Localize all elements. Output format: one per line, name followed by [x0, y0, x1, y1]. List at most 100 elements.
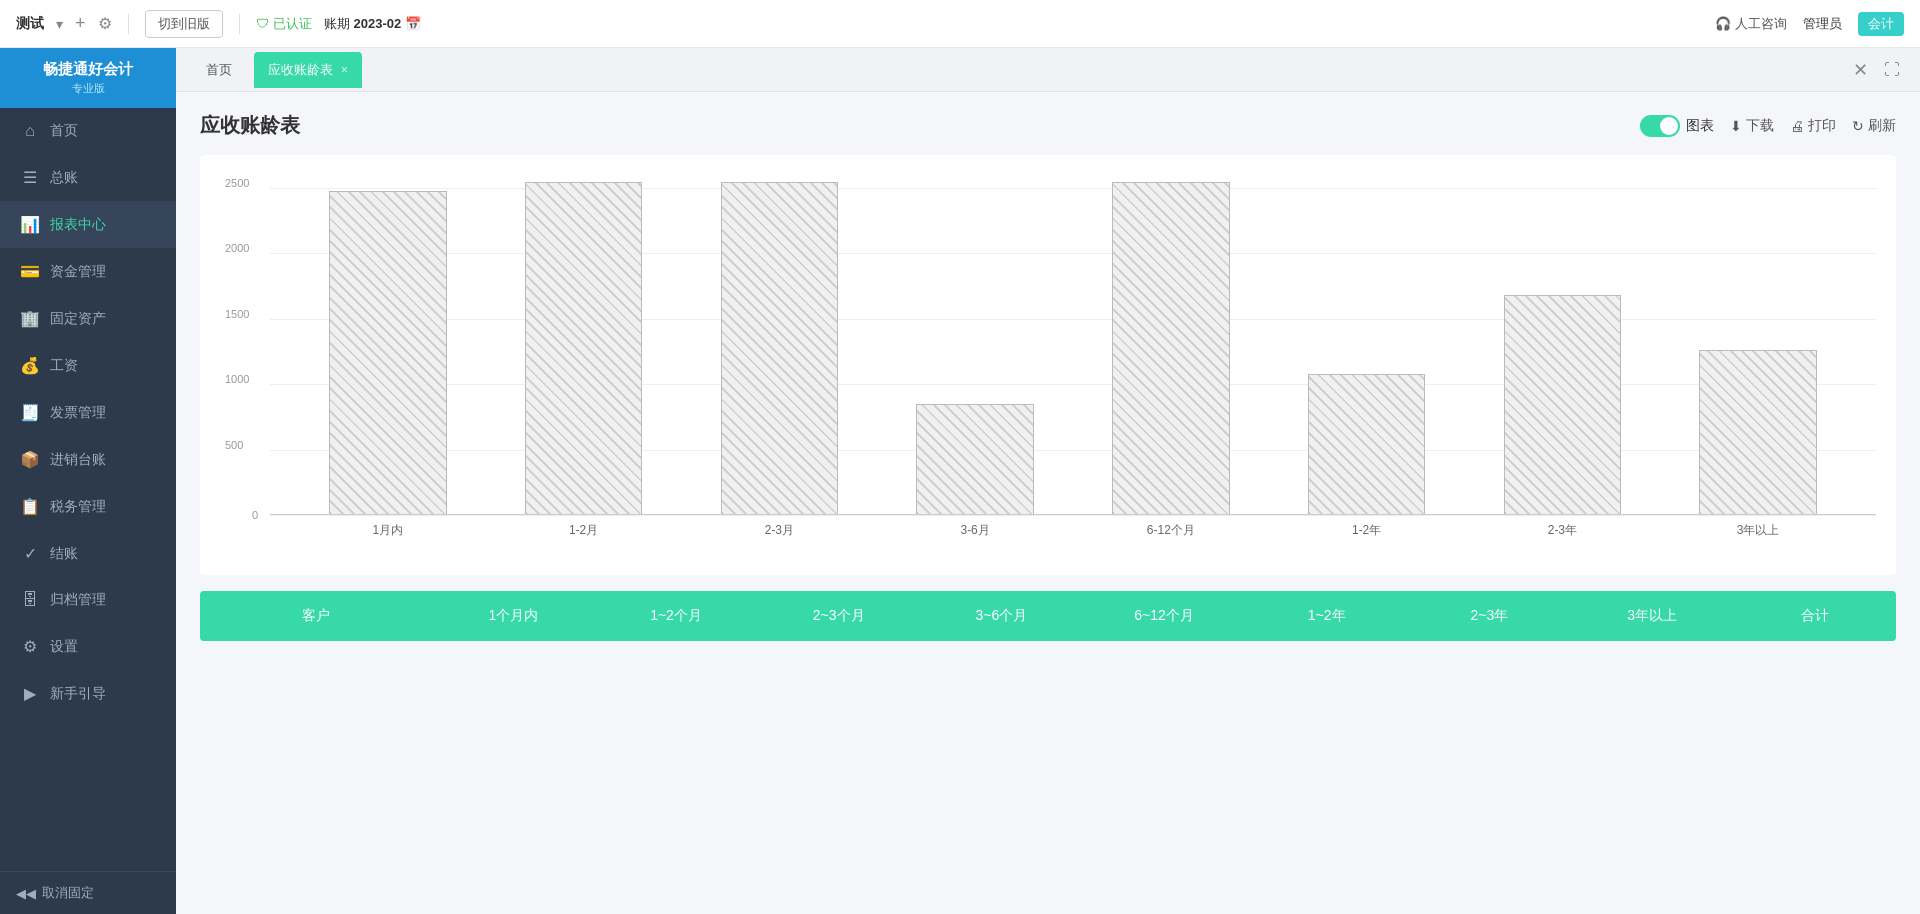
- chart-container: 2500200015001000500 1月内1-2月2-3月3-6月6-12个…: [200, 155, 1896, 575]
- sidebar-item-tax[interactable]: 📋 税务管理: [0, 483, 176, 530]
- bar-group: 1-2月: [486, 175, 682, 515]
- table-header-cell: 1~2年: [1245, 591, 1408, 641]
- sidebar-item-archive[interactable]: 🗄 归档管理: [0, 577, 176, 623]
- page-content: 应收账龄表 图表 ⬇ 下载 🖨 打印: [176, 92, 1920, 914]
- y-axis-label: 2500: [225, 177, 249, 189]
- refresh-button[interactable]: ↻ 刷新: [1852, 117, 1896, 135]
- sidebar-logo: 畅捷通好会计 专业版: [0, 48, 176, 108]
- chart-bar: [1112, 182, 1229, 515]
- close-all-tabs-button[interactable]: ✕: [1849, 55, 1872, 85]
- bar-group: 2-3月: [682, 175, 878, 515]
- content-area: 首页 应收账龄表 × ✕ ⛶ 应收账龄表: [176, 48, 1920, 914]
- cancel-fixed-label: 取消固定: [42, 884, 94, 902]
- cancel-fixed-button[interactable]: ◀◀ 取消固定: [16, 884, 160, 902]
- main-layout: 畅捷通好会计 专业版 ⌂ 首页 ☰ 总账 📊 报表中心 💳 资金管理 🏢 固: [0, 48, 1920, 914]
- data-table: 客户1个月内1~2个月2~3个月3~6个月6~12个月1~2年2~3年3年以上合…: [200, 591, 1896, 641]
- y-axis-label: 500: [225, 439, 243, 451]
- table-header-cell: 1个月内: [432, 591, 595, 641]
- sidebar-item-capital[interactable]: 💳 资金管理: [0, 248, 176, 295]
- switch-version-button[interactable]: 切到旧版: [145, 10, 223, 38]
- sidebar-item-close[interactable]: ✓ 结账: [0, 530, 176, 577]
- y-axis-label: 2000: [225, 242, 249, 254]
- reports-icon: 📊: [20, 215, 40, 234]
- chart-bar: [329, 191, 446, 515]
- sidebar-scroll: ⌂ 首页 ☰ 总账 📊 报表中心 💳 资金管理 🏢 固定资产 💰 工资: [0, 108, 176, 871]
- table-header-cell: 3~6个月: [920, 591, 1083, 641]
- download-button[interactable]: ⬇ 下载: [1730, 117, 1774, 135]
- home-icon: ⌂: [20, 122, 40, 140]
- bar-label: 2-3月: [765, 522, 794, 539]
- close-period-icon: ✓: [20, 544, 40, 563]
- table-header-cell: 3年以上: [1571, 591, 1734, 641]
- payroll-icon: 💰: [20, 356, 40, 375]
- bar-group: 3-6月: [877, 175, 1073, 515]
- sidebar-item-assets[interactable]: 🏢 固定资产: [0, 295, 176, 342]
- bar-label: 2-3年: [1548, 522, 1577, 539]
- grid-line: [270, 515, 1876, 516]
- table-header-cell: 合计: [1733, 591, 1896, 641]
- ledger-icon: ☰: [20, 168, 40, 187]
- page-actions: 图表 ⬇ 下载 🖨 打印 ↻ 刷新: [1640, 115, 1896, 137]
- sidebar-item-guide[interactable]: ▶ 新手引导: [0, 670, 176, 717]
- sidebar-item-label: 结账: [50, 545, 78, 563]
- sidebar-item-ledger[interactable]: ☰ 总账: [0, 154, 176, 201]
- bar-group: 3年以上: [1660, 175, 1856, 515]
- sidebar-item-label: 固定资产: [50, 310, 106, 328]
- settings-icon: ⚙: [20, 637, 40, 656]
- y-axis-label: 1000: [225, 373, 249, 385]
- download-label: 下载: [1746, 117, 1774, 135]
- inventory-icon: 📦: [20, 450, 40, 469]
- table-header-cell: 2~3年: [1408, 591, 1571, 641]
- chart-bar: [916, 404, 1033, 515]
- zero-label: 0: [252, 509, 258, 521]
- role-badge: 会计: [1858, 12, 1904, 36]
- divider: [128, 14, 129, 34]
- bars-area: 1月内1-2月2-3月3-6月6-12个月1-2年2-3年3年以上: [270, 175, 1876, 515]
- company-name[interactable]: 测试: [16, 15, 44, 33]
- sidebar-item-label: 归档管理: [50, 591, 106, 609]
- toggle-track[interactable]: [1640, 115, 1680, 137]
- bar-group: 1月内: [290, 175, 486, 515]
- sidebar-item-label: 首页: [50, 122, 78, 140]
- chart-toggle[interactable]: 图表: [1640, 115, 1714, 137]
- tab-home[interactable]: 首页: [192, 52, 246, 88]
- refresh-icon: ↻: [1852, 118, 1864, 134]
- topbar: 测试 ▾ + ⚙ 切到旧版 🛡 已认证 账期 2023-02 📅 🎧 人工咨询 …: [0, 0, 1920, 48]
- period-info: 账期 2023-02 📅: [324, 15, 422, 33]
- gear-icon[interactable]: ⚙: [98, 14, 112, 33]
- tab-close-icon[interactable]: ×: [341, 63, 348, 77]
- print-button[interactable]: 🖨 打印: [1790, 117, 1836, 135]
- assets-icon: 🏢: [20, 309, 40, 328]
- sidebar-bottom: ◀◀ 取消固定: [0, 871, 176, 914]
- fullscreen-button[interactable]: ⛶: [1880, 57, 1904, 83]
- sidebar-item-reports[interactable]: 📊 报表中心: [0, 201, 176, 248]
- chart-bar: [1308, 374, 1425, 515]
- bar-label: 1月内: [373, 522, 404, 539]
- dropdown-icon[interactable]: ▾: [56, 16, 63, 32]
- sidebar-item-invoice[interactable]: 🧾 发票管理: [0, 389, 176, 436]
- sidebar-item-payroll[interactable]: 💰 工资: [0, 342, 176, 389]
- bar-label: 3-6月: [960, 522, 989, 539]
- sidebar-item-inventory[interactable]: 📦 进销台账: [0, 436, 176, 483]
- sidebar-item-settings[interactable]: ⚙ 设置: [0, 623, 176, 670]
- sidebar-item-home[interactable]: ⌂ 首页: [0, 108, 176, 154]
- sidebar-item-label: 新手引导: [50, 685, 106, 703]
- shield-icon: 🛡: [256, 16, 269, 31]
- chart-bar: [1504, 295, 1621, 515]
- table-header-row: 客户1个月内1~2个月2~3个月3~6个月6~12个月1~2年2~3年3年以上合…: [200, 591, 1896, 641]
- table-header-cell: 1~2个月: [595, 591, 758, 641]
- bar-group: 2-3年: [1465, 175, 1661, 515]
- download-icon: ⬇: [1730, 118, 1742, 134]
- page-header: 应收账龄表 图表 ⬇ 下载 🖨 打印: [200, 112, 1896, 139]
- sidebar-item-label: 税务管理: [50, 498, 106, 516]
- tab-bar: 首页 应收账龄表 × ✕ ⛶: [176, 48, 1920, 92]
- sidebar-item-label: 进销台账: [50, 451, 106, 469]
- table-header-cell: 客户: [200, 591, 432, 641]
- calendar-icon[interactable]: 📅: [405, 16, 421, 31]
- service-button[interactable]: 🎧 人工咨询: [1715, 15, 1787, 33]
- plus-icon[interactable]: +: [75, 13, 86, 34]
- bar-group: 6-12个月: [1073, 175, 1269, 515]
- tab-receivable-aging[interactable]: 应收账龄表 ×: [254, 52, 362, 88]
- toggle-knob: [1660, 117, 1678, 135]
- refresh-label: 刷新: [1868, 117, 1896, 135]
